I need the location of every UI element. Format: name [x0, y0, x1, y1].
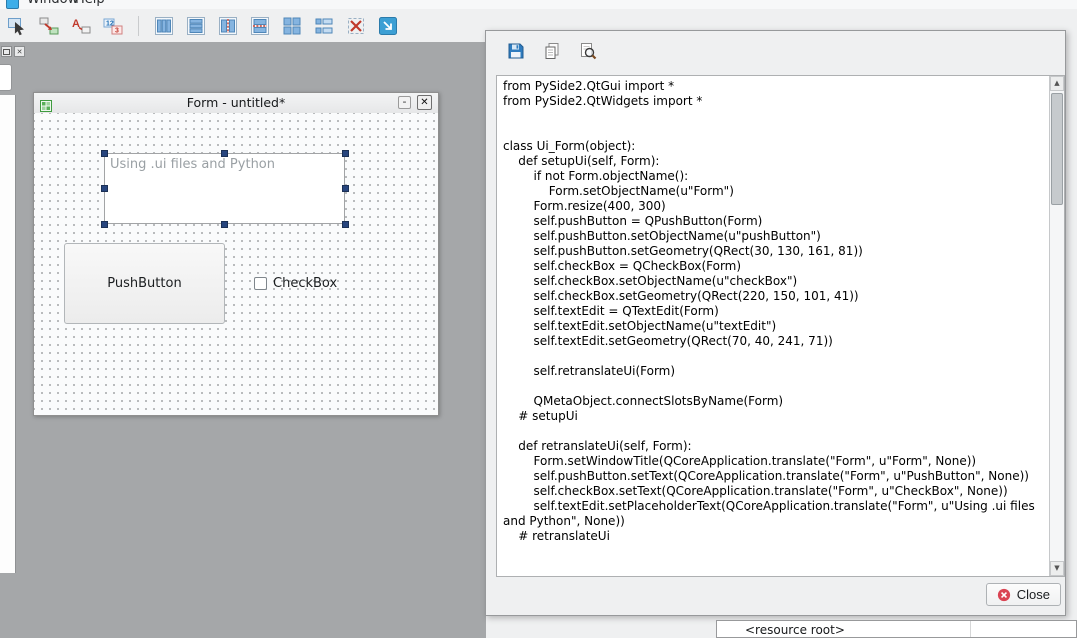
adjust-size-button[interactable] [375, 13, 401, 39]
toolbar-separator [138, 16, 139, 36]
resource-column-divider [970, 621, 971, 637]
break-layout-icon [345, 15, 367, 37]
selection-handle-bottom-right[interactable] [342, 221, 349, 228]
layout-form-button[interactable] [311, 13, 337, 39]
layout-splitter-horizontal-icon [217, 15, 239, 37]
mdi-workspace: ✕ Form - untitled* - ✕ Using .ui files a… [0, 42, 486, 638]
save-button[interactable] [504, 39, 528, 63]
layout-vertical-icon [185, 15, 207, 37]
dock-float-button[interactable] [1, 46, 12, 57]
scroll-up-arrow-icon[interactable]: ▲ [1050, 76, 1064, 91]
code-box: from PySide2.QtGui import * from PySide2… [496, 75, 1065, 577]
checkbox-indicator [254, 277, 267, 290]
layout-grid-icon [281, 15, 303, 37]
edit-buddies-icon: A [70, 15, 92, 37]
close-icon [997, 588, 1011, 602]
textedit-widget[interactable]: Using .ui files and Python [104, 153, 345, 224]
selection-handle-bottom-left[interactable] [101, 221, 108, 228]
code-preview-dialog: from PySide2.QtGui import * from PySide2… [485, 30, 1066, 616]
textedit-placeholder: Using .ui files and Python [105, 154, 344, 175]
layout-form-icon [313, 15, 335, 37]
resource-browser-panel: <resource root> [716, 620, 1077, 638]
save-icon [506, 41, 526, 61]
selection-handle-middle-left[interactable] [101, 185, 108, 192]
selection-handle-top-right[interactable] [342, 150, 349, 157]
layout-splitter-vertical-icon [249, 15, 271, 37]
copy-icon [542, 41, 562, 61]
edit-tab-order-button[interactable]: 123 [100, 13, 126, 39]
edit-signals-slots-button[interactable] [36, 13, 62, 39]
break-layout-button[interactable] [343, 13, 369, 39]
selection-handle-top-middle[interactable] [221, 150, 228, 157]
layout-splitter-horizontal-button[interactable] [215, 13, 241, 39]
edit-widgets-button[interactable] [4, 13, 30, 39]
scrollbar-thumb[interactable] [1051, 93, 1063, 205]
tab-order-icon: 123 [102, 15, 124, 37]
code-view[interactable]: from PySide2.QtGui import * from PySide2… [497, 76, 1049, 576]
pushbutton-widget[interactable]: PushButton [64, 243, 225, 324]
layout-grid-button[interactable] [279, 13, 305, 39]
menu-window[interactable]: Window [27, 0, 78, 7]
form-window-titlebar[interactable]: Form - untitled* - ✕ [34, 93, 438, 114]
close-button-label: Close [1017, 587, 1050, 602]
form-window-title: Form - untitled* [34, 95, 438, 110]
code-dialog-toolbar [504, 39, 600, 63]
qt-designer-screen: Window Help A 123 ✕ Form - untitled* - [0, 0, 1077, 638]
dock-close-button[interactable]: ✕ [14, 46, 25, 57]
layout-horizontal-icon [153, 15, 175, 37]
checkbox-label: CheckBox [273, 276, 337, 291]
form-window: Form - untitled* - ✕ Using .ui files and… [33, 92, 439, 416]
scroll-down-arrow-icon[interactable]: ▼ [1050, 561, 1064, 576]
copy-button[interactable] [540, 39, 564, 63]
form-minimize-button[interactable]: - [398, 96, 411, 109]
selection-handle-bottom-middle[interactable] [221, 221, 228, 228]
selection-handle-middle-right[interactable] [342, 185, 349, 192]
widgetbox-edge [0, 95, 16, 573]
edit-buddies-button[interactable]: A [68, 13, 94, 39]
app-menu-icon[interactable] [6, 0, 19, 9]
float-icon [3, 49, 10, 55]
find-button[interactable] [576, 39, 600, 63]
checkbox-widget[interactable]: CheckBox [254, 263, 355, 304]
layout-splitter-vertical-button[interactable] [247, 13, 273, 39]
adjust-size-icon [377, 15, 399, 37]
layout-vertical-button[interactable] [183, 13, 209, 39]
resource-root-item[interactable]: <resource root> [745, 623, 845, 637]
menu-help[interactable]: Help [75, 0, 105, 7]
find-icon [578, 41, 598, 61]
selection-handle-top-left[interactable] [101, 150, 108, 157]
form-close-button[interactable]: ✕ [417, 95, 432, 110]
code-scrollbar[interactable]: ▲ ▼ [1049, 76, 1064, 576]
close-button[interactable]: Close [986, 583, 1061, 606]
edit-widgets-icon [6, 15, 28, 37]
edit-signals-slots-icon [38, 15, 60, 37]
layout-horizontal-button[interactable] [151, 13, 177, 39]
form-canvas[interactable]: Using .ui files and Python PushButton Ch… [34, 113, 438, 415]
widgetbox-filter-input[interactable] [0, 64, 12, 91]
svg-text:3: 3 [115, 28, 119, 35]
